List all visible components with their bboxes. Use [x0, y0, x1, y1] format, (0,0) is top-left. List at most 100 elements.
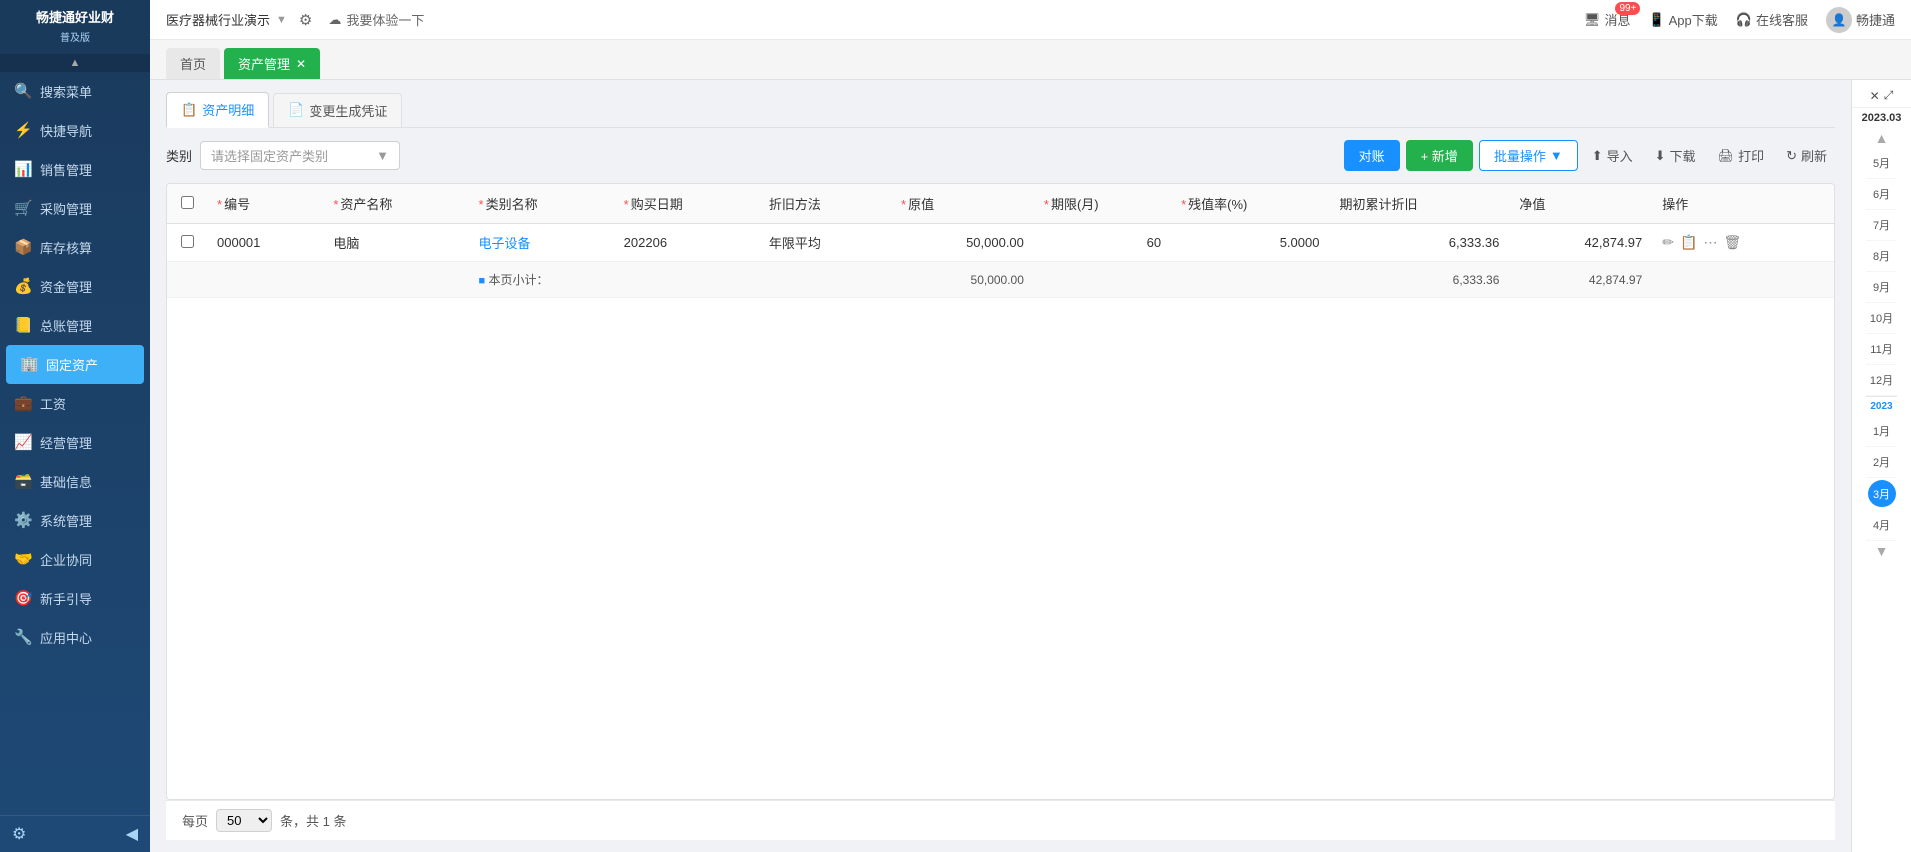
filter-placeholder: 请选择固定资产类别 [211, 146, 328, 165]
menu-icon: 📊 [14, 160, 32, 178]
print-btn[interactable]: 🖨 打印 [1710, 142, 1773, 169]
sidebar-item-系统管理[interactable]: ⚙️系统管理 [0, 501, 150, 540]
collapse-icon[interactable]: ◀ [126, 824, 138, 844]
expand-panel-icon[interactable]: ⤢ [1884, 88, 1894, 103]
menu-icon: 🔍 [14, 82, 32, 100]
tab-home[interactable]: 首页 [166, 48, 220, 79]
download-btn[interactable]: ⬇ 下载 [1647, 142, 1704, 169]
import-icon: ⬆ [1592, 148, 1603, 164]
right-panel: ✕ ⤢ 2023.03 ▲ 5月6月7月8月9月10月11月12月20231月2… [1851, 80, 1911, 852]
try-label: 我要体验一下 [346, 10, 424, 29]
select-all-checkbox[interactable] [181, 196, 194, 209]
category-filter[interactable]: 请选择固定资产类别 ▼ [200, 141, 400, 170]
timeline-month[interactable]: 10月 [1866, 303, 1897, 334]
sidebar-item-总账管理[interactable]: 📒总账管理 [0, 306, 150, 345]
subtotal-empty-5 [1171, 262, 1329, 298]
close-panel-icon[interactable]: ✕ [1870, 89, 1880, 103]
sidebar-logo: 畅捷通好业财 普及版 [0, 0, 150, 54]
menu-label: 资金管理 [40, 277, 92, 296]
tab-asset-management[interactable]: 资产管理 ✕ [224, 48, 320, 79]
settings-icon[interactable]: ⚙ [12, 824, 26, 844]
panel-year-month: 2023.03 [1860, 108, 1904, 128]
sidebar-item-工资[interactable]: 💼工资 [0, 384, 150, 423]
timeline-month[interactable]: 1月 [1866, 416, 1897, 447]
timeline-year: 2023 [1866, 396, 1897, 416]
timeline-month[interactable]: 12月 [1866, 365, 1897, 396]
timeline-month[interactable]: 3月 [1868, 480, 1896, 508]
menu-icon: 📈 [14, 433, 32, 451]
close-tab-icon[interactable]: ✕ [296, 58, 306, 70]
panel-up-btn[interactable]: ▲ [1873, 128, 1891, 148]
app-name: 畅捷通好业财 [36, 10, 114, 27]
notifications-btn[interactable]: 🖥 消息 99+ [1584, 10, 1631, 29]
sidebar-item-采购管理[interactable]: 🛒采购管理 [0, 189, 150, 228]
header-depreciation-method: 折旧方法 [759, 184, 891, 224]
timeline-month[interactable]: 7月 [1866, 210, 1897, 241]
menu-label: 销售管理 [40, 160, 92, 179]
new-button[interactable]: + 新增 [1406, 140, 1473, 171]
sidebar-item-新手引导[interactable]: 🎯新手引导 [0, 579, 150, 618]
sidebar-item-资金管理[interactable]: 💰资金管理 [0, 267, 150, 306]
print-label: 打印 [1738, 146, 1764, 165]
menu-label: 基础信息 [40, 472, 92, 491]
delete-icon[interactable]: 🗑 [1723, 234, 1741, 251]
subtotal-empty-4 [1034, 262, 1171, 298]
header-accumulated-depreciation: 期初累计折旧 [1329, 184, 1509, 224]
header-purchase-date: *购买日期 [614, 184, 759, 224]
timeline-month[interactable]: 5月 [1866, 148, 1897, 179]
user-avatar-area[interactable]: 👤 畅捷通 [1826, 7, 1895, 33]
sidebar-item-经营管理[interactable]: 📈经营管理 [0, 423, 150, 462]
header-net-value: 净值 [1509, 184, 1652, 224]
sub-tab-asset-detail[interactable]: 📋 资产明细 [166, 92, 269, 128]
online-service-btn[interactable]: 🎧 在线客服 [1736, 10, 1808, 29]
batch-button[interactable]: 批量操作 ▼ [1479, 140, 1578, 171]
per-page-select[interactable]: 20 50 100 [216, 809, 272, 832]
table-row: 000001 电脑 电子设备 202206 年限平均 50,000.00 60 … [167, 224, 1834, 262]
timeline-month[interactable]: 9月 [1866, 272, 1897, 303]
asset-table: *编号 *资产名称 *类别名称 *购买日期 折旧方法 *原值 *期限(月) *残… [166, 183, 1835, 800]
timeline-month[interactable]: 6月 [1866, 179, 1897, 210]
more-icon[interactable]: ⋯ [1703, 234, 1717, 251]
subtotal-empty-2 [207, 262, 323, 298]
subtotal-empty-1 [167, 262, 207, 298]
timeline-month[interactable]: 8月 [1866, 241, 1897, 272]
main-panel: 📋 资产明细 📄 变更生成凭证 类别 请选择固定资产类别 ▼ [150, 80, 1851, 852]
app-download-btn[interactable]: 📱 App下载 [1648, 10, 1717, 29]
import-btn[interactable]: ⬆ 导入 [1584, 142, 1641, 169]
menu-icon: ⚡ [14, 121, 32, 139]
sidebar-item-销售管理[interactable]: 📊 销售管理 [0, 150, 150, 189]
try-experience-btn[interactable]: ☁ 我要体验一下 [328, 10, 424, 29]
row-original-value: 50,000.00 [891, 224, 1034, 262]
sidebar-item-搜索菜单[interactable]: 🔍搜索菜单 [0, 72, 150, 111]
header-period: *期限(月) [1034, 184, 1171, 224]
sidebar-item-固定资产[interactable]: 🏢固定资产 [6, 345, 144, 384]
timeline-month[interactable]: 4月 [1866, 510, 1897, 541]
right-panel-header: ✕ ⤢ [1852, 84, 1911, 108]
timeline-month[interactable]: 2月 [1866, 447, 1897, 478]
company-dropdown-arrow: ▼ [276, 14, 287, 26]
edit-icon[interactable]: ✏ [1662, 234, 1674, 251]
subtotal-original-value: 50,000.00 [891, 262, 1034, 298]
asset-tab-label: 资产管理 [238, 54, 290, 73]
company-selector[interactable]: 医疗器械行业演示 ▼ [166, 10, 287, 29]
settings-gear-icon[interactable]: ⚙ [299, 11, 312, 29]
header-checkbox-cell [167, 184, 207, 224]
sub-tab-voucher-change[interactable]: 📄 变更生成凭证 [273, 93, 402, 127]
sidebar-item-快捷导航[interactable]: ⚡快捷导航 [0, 111, 150, 150]
panel-down-btn[interactable]: ▼ [1873, 541, 1891, 561]
copy-icon[interactable]: 📋 [1680, 234, 1697, 251]
row-checkbox[interactable] [181, 235, 194, 248]
cloud-icon: ☁ [328, 12, 341, 28]
sidebar-item-库存核算[interactable]: 📦库存核算 [0, 228, 150, 267]
voucher-change-tab-icon: 📄 [288, 102, 304, 118]
refresh-btn[interactable]: ↻ 刷新 [1778, 142, 1835, 169]
sidebar-scroll-up[interactable]: ▲ [0, 54, 150, 72]
timeline-month[interactable]: 11月 [1866, 334, 1897, 365]
sidebar-item-企业协同[interactable]: 🤝企业协同 [0, 540, 150, 579]
duizhang-button[interactable]: 对账 [1344, 140, 1400, 171]
sidebar-item-应用中心[interactable]: 🔧应用中心 [0, 618, 150, 657]
bell-icon: 🖥 [1584, 12, 1601, 28]
subtotal-empty-3 [323, 262, 468, 298]
sidebar-item-基础信息[interactable]: 🗃️基础信息 [0, 462, 150, 501]
company-name: 医疗器械行业演示 [166, 10, 270, 29]
